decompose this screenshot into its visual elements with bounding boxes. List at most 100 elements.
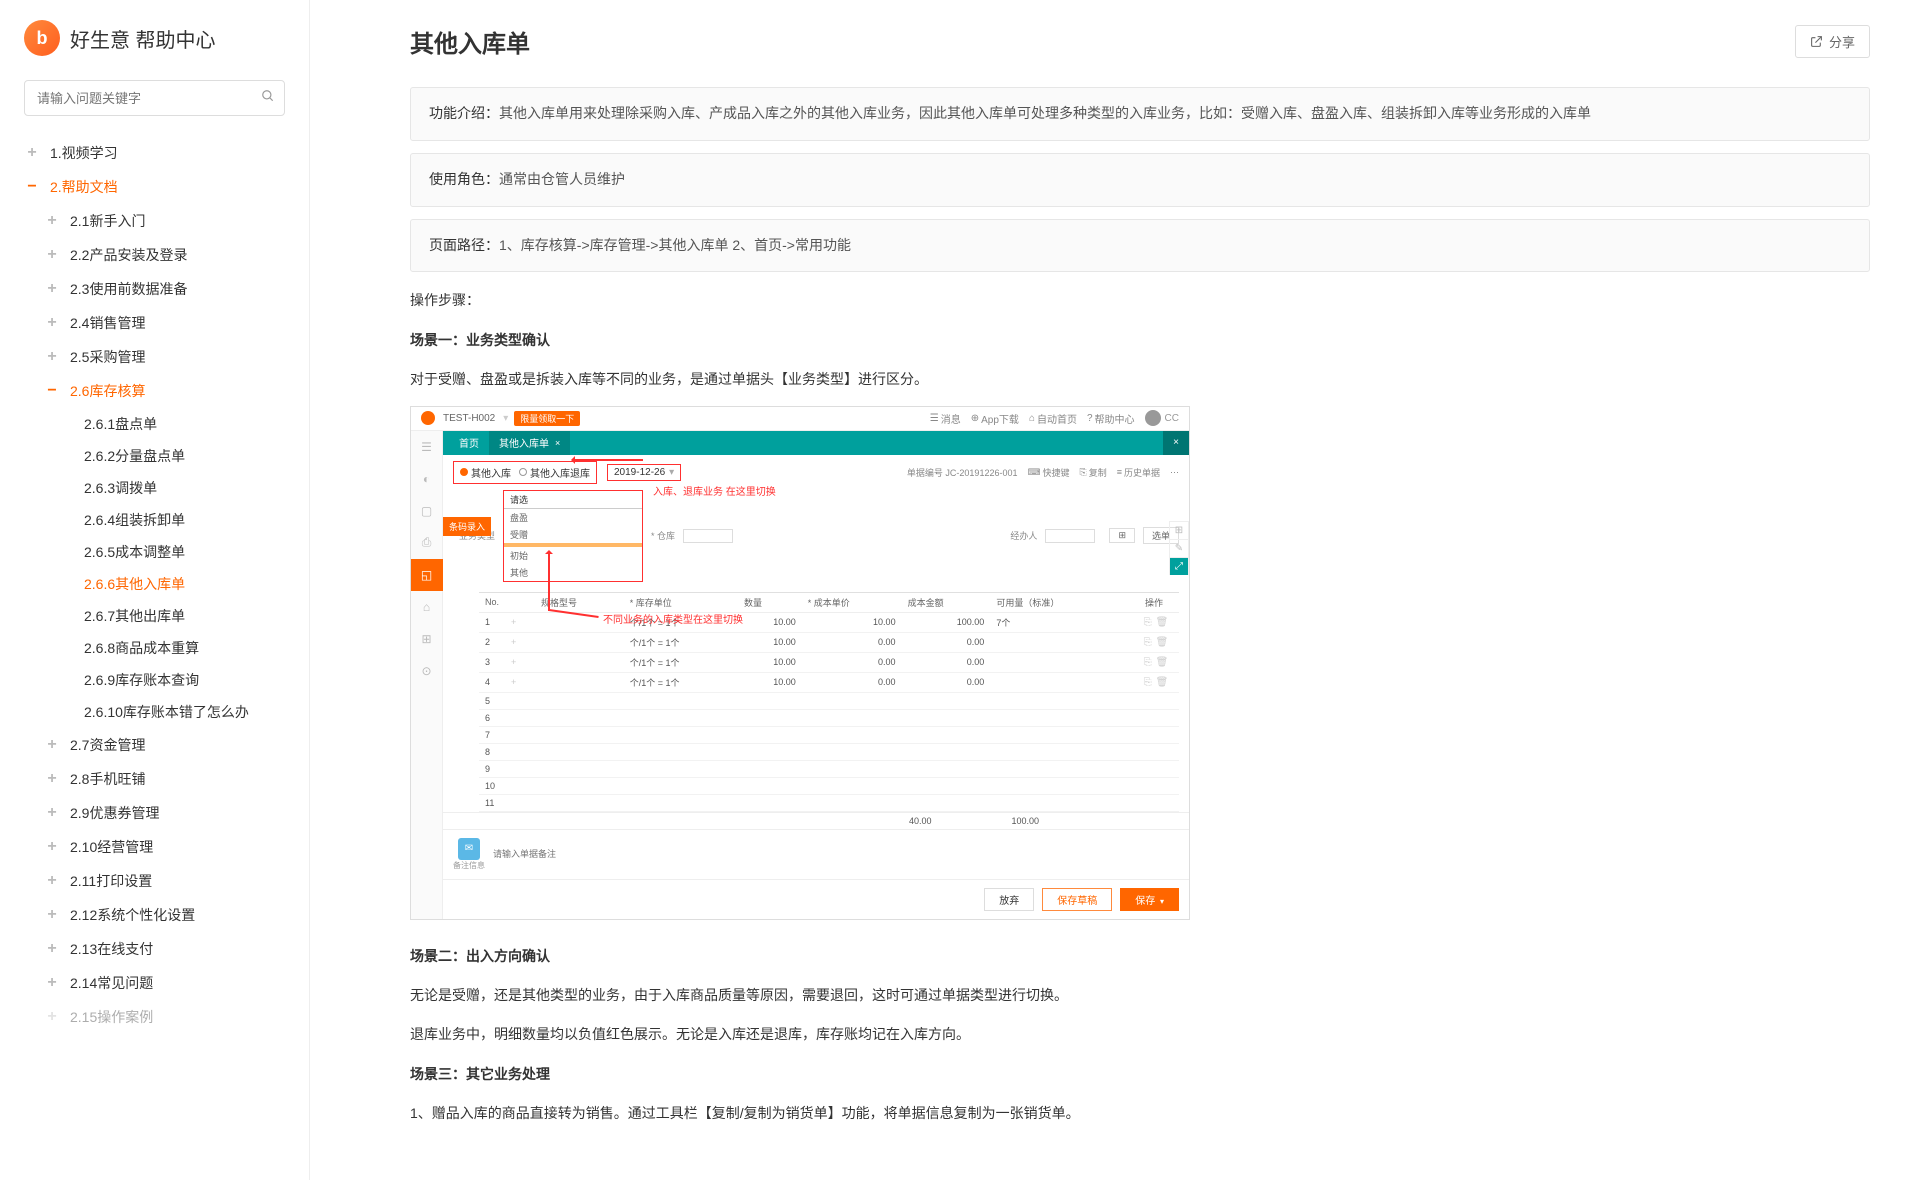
table-row: 4+个/1个 = 1个10.000.000.00⎘🗑: [479, 672, 1179, 692]
nav-2-13[interactable]: 2.13在线支付: [44, 932, 285, 966]
nav-2-11[interactable]: 2.11打印设置: [44, 864, 285, 898]
nav-label: 2.12系统个性化设置: [70, 905, 195, 925]
nav-label: 2.3使用前数据准备: [70, 279, 187, 299]
dd-item: 其他: [504, 564, 642, 581]
nav-video[interactable]: 1.视频学习: [24, 136, 285, 170]
ss-left-rail: ☰ ◐ ▢ ⎙ ◱ ⌂ ⊞ ⊙: [411, 431, 443, 919]
nav-2-6-10[interactable]: 2.6.10库存账本错了怎么办: [84, 696, 285, 728]
ss-tab-home: 首页: [449, 431, 489, 455]
plus-icon: [44, 975, 60, 991]
nav-2-15[interactable]: 2.15操作案例: [44, 1000, 285, 1034]
red-arrow-icon: [548, 551, 550, 611]
nav-2-7[interactable]: 2.7资金管理: [44, 728, 285, 762]
nav-2-6-3[interactable]: 2.6.3调拨单: [84, 472, 285, 504]
intro-label: 功能介绍：: [429, 105, 499, 121]
plus-icon: [44, 1009, 60, 1025]
tool-more: ⋯: [1170, 466, 1179, 479]
search-input[interactable]: [24, 80, 285, 116]
nav-label: 2.7资金管理: [70, 735, 145, 755]
intro-text: 其他入库单用来处理除采购入库、产成品入库之外的其他入库业务，因此其他入库单可处理…: [499, 105, 1591, 121]
nav-2-6-4[interactable]: 2.6.4组装拆卸单: [84, 504, 285, 536]
scene3-desc1: 1、赠品入库的商品直接转为销售。通过工具栏【复制/复制为销货单】功能，将单据信息…: [410, 1101, 1870, 1126]
nav-2-6-1[interactable]: 2.6.1盘点单: [84, 408, 285, 440]
page-title: 其他入库单: [410, 24, 530, 59]
nav-2-6-8[interactable]: 2.6.8商品成本重算: [84, 632, 285, 664]
close-icon: ×: [555, 438, 560, 448]
plus-icon: [44, 349, 60, 365]
total-amt: 100.00: [1011, 816, 1039, 826]
nav-2-6-7[interactable]: 2.6.7其他出库单: [84, 600, 285, 632]
nav-2-6-2[interactable]: 2.6.2分量盘点单: [84, 440, 285, 472]
nav-2-14[interactable]: 2.14常见问题: [44, 966, 285, 1000]
filter-input: [1045, 529, 1095, 543]
th-amt: 成本金额: [902, 593, 991, 613]
scene3-title: 场景三：其它业务处理: [410, 1062, 1870, 1087]
share-icon: [1810, 35, 1823, 48]
rail-icon: ⌂: [411, 591, 443, 623]
ss-side-icons: ⊞ ✎ ⤢: [1169, 521, 1189, 575]
plus-icon: [44, 805, 60, 821]
nav-label: 2.帮助文档: [50, 177, 118, 197]
nav-2-5[interactable]: 2.5采购管理: [44, 340, 285, 374]
role-text: 通常由仓管人员维护: [499, 171, 625, 187]
home-icon: ⌂ 自动首页: [1029, 411, 1077, 426]
nav-2-10[interactable]: 2.10经营管理: [44, 830, 285, 864]
ss-beta-pill: 限量领取一下: [514, 411, 580, 426]
nav-2-6-9[interactable]: 2.6.9库存账本查询: [84, 664, 285, 696]
nav-label: 2.13在线支付: [70, 939, 153, 959]
minus-icon: [24, 179, 40, 195]
plus-icon: [44, 213, 60, 229]
plus-icon: [44, 873, 60, 889]
table-row: 9: [479, 760, 1179, 777]
filter-label: 经办人: [1010, 529, 1037, 542]
table-row: 10: [479, 777, 1179, 794]
table-row: 11: [479, 794, 1179, 811]
ss-tabs: 首页 其他入库单× ×: [443, 431, 1189, 455]
ss-tool-links: ⌨ 快捷键 ⎘ 复制 ≡ 历史单据 ⋯: [1027, 466, 1179, 479]
search-icon[interactable]: [261, 89, 275, 107]
nav-2-2[interactable]: 2.2产品安装及登录: [44, 238, 285, 272]
table-row: 6: [479, 709, 1179, 726]
plus-icon: [44, 737, 60, 753]
plus-icon: [44, 315, 60, 331]
ss-footer: 放弃 保存草稿 保存 ▾: [443, 879, 1189, 919]
nav-docs[interactable]: 2.帮助文档: [24, 170, 285, 204]
btn-draft: 保存草稿: [1042, 888, 1112, 911]
nav-2-8[interactable]: 2.8手机旺铺: [44, 762, 285, 796]
msg-icon: ☰ 消息: [930, 411, 961, 426]
dd-selected: 请选: [504, 491, 642, 509]
radio-in: 其他入库: [460, 465, 511, 480]
plus-icon: [44, 281, 60, 297]
nav-2-12[interactable]: 2.12系统个性化设置: [44, 898, 285, 932]
th-stock: 可用量（标准）: [990, 593, 1129, 613]
table-row: 8: [479, 743, 1179, 760]
nav-label: 2.4销售管理: [70, 313, 145, 333]
nav-2-3[interactable]: 2.3使用前数据准备: [44, 272, 285, 306]
copy-icon: ⎘: [1144, 677, 1152, 688]
nav-2-1[interactable]: 2.1新手入门: [44, 204, 285, 238]
nav-2-6-5[interactable]: 2.6.5成本调整单: [84, 536, 285, 568]
nav-label: 2.6.4组装拆卸单: [84, 510, 185, 530]
nav-label: 2.6.10库存账本错了怎么办: [84, 702, 249, 722]
nav-2-6-6[interactable]: 2.6.6其他入库单: [84, 568, 285, 600]
share-button[interactable]: 分享: [1795, 25, 1870, 58]
nav-label: 1.视频学习: [50, 143, 118, 163]
ss-main: 首页 其他入库单× × 其他入库 其他入库退库 2019-12-26 ▾: [443, 431, 1189, 919]
nav-label: 2.6.9库存账本查询: [84, 670, 199, 690]
nav-label: 2.6.7其他出库单: [84, 606, 185, 626]
side-icon-active: ⤢: [1169, 557, 1189, 575]
nav-label: 2.11打印设置: [70, 871, 152, 891]
nav-2-9[interactable]: 2.9优惠券管理: [44, 796, 285, 830]
rail-icon: ◐: [411, 463, 443, 495]
logo: b 好生意 帮助中心: [24, 20, 285, 56]
red-annotation-2: 不同业务的入库类型在这里切换: [603, 611, 743, 626]
embedded-screenshot: TEST-H002 ▾ 限量领取一下 ☰ 消息 ⊕ App下载 ⌂ 自动首页 ?…: [410, 406, 1190, 920]
nav-2-6[interactable]: 2.6库存核算: [44, 374, 285, 408]
rail-icon: ☰: [411, 431, 443, 463]
ss-test-label: TEST-H002: [443, 413, 495, 424]
nav-label: 2.15操作案例: [70, 1007, 153, 1027]
nav-2-4[interactable]: 2.4销售管理: [44, 306, 285, 340]
plus-icon: [24, 145, 40, 161]
th-no: No.: [479, 593, 505, 613]
red-arrow-icon: [573, 459, 643, 461]
